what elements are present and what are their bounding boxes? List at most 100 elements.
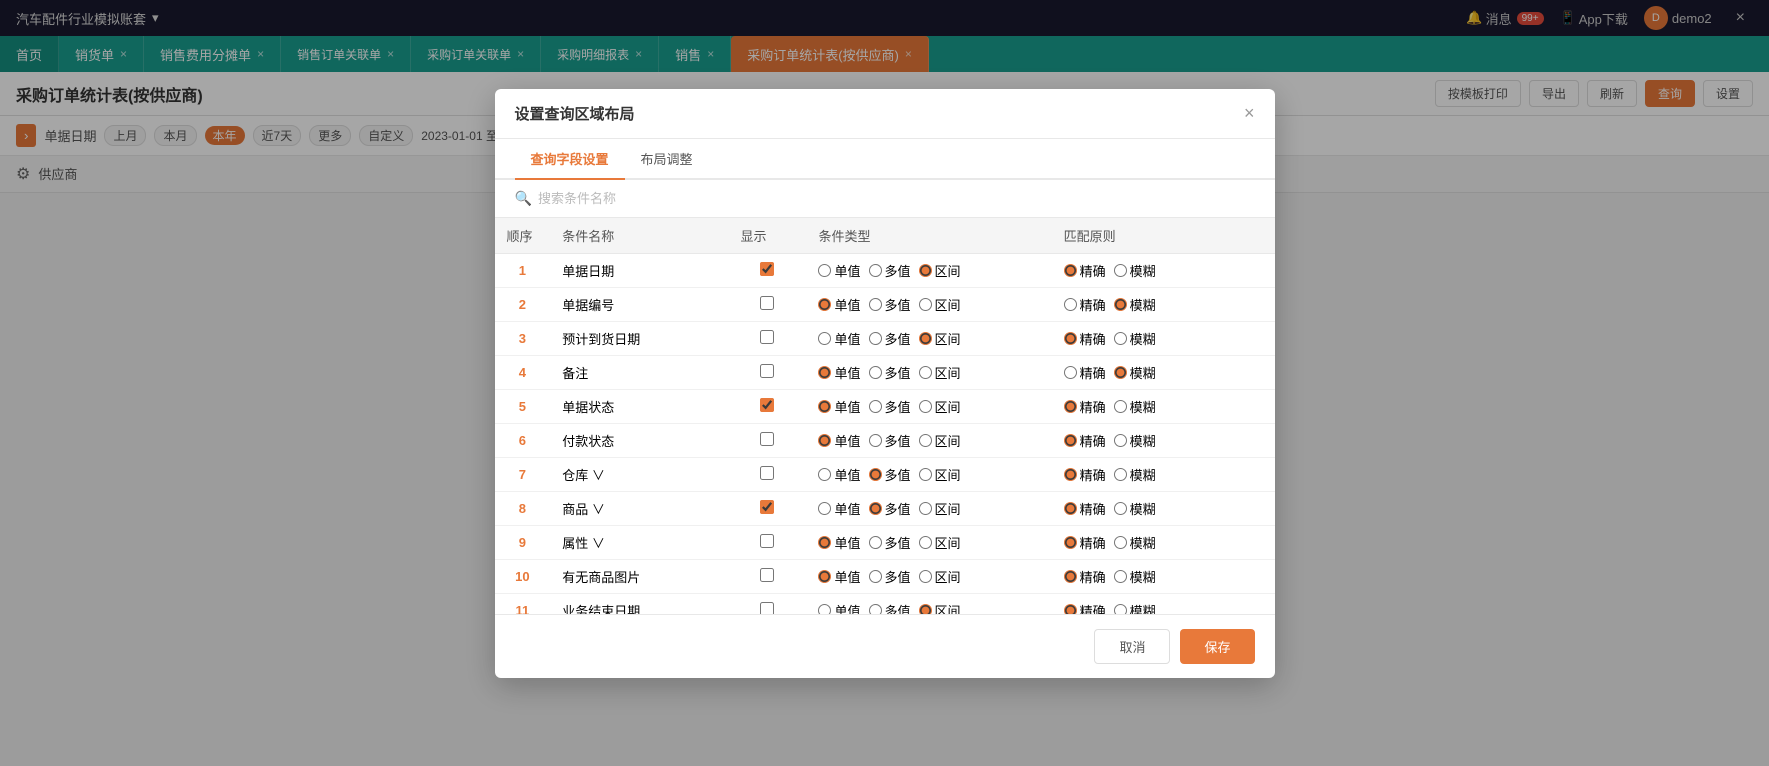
type-option-多值-4[interactable]: 多值 [869,397,911,416]
type-option-单值-5[interactable]: 单值 [818,431,860,450]
match-option-模糊-2[interactable]: 模糊 [1114,329,1156,348]
search-input[interactable] [538,191,738,206]
search-icon: 🔍 [515,190,532,207]
row-show-3[interactable] [728,355,806,389]
type-option-区间-1[interactable]: 区间 [919,295,961,314]
show-checkbox-5[interactable] [760,432,774,446]
match-option-精确-2[interactable]: 精确 [1064,329,1106,348]
type-option-多值-5[interactable]: 多值 [869,431,911,450]
type-option-多值-7[interactable]: 多值 [869,499,911,518]
row-show-8[interactable] [728,525,806,559]
show-checkbox-3[interactable] [760,364,774,378]
type-option-单值-4[interactable]: 单值 [818,397,860,416]
type-option-多值-6[interactable]: 多值 [869,465,911,484]
type-option-区间-2[interactable]: 区间 [919,329,961,348]
show-checkbox-6[interactable] [760,466,774,480]
row-name-8: 属性 ∨ [550,525,728,559]
show-checkbox-0[interactable] [760,262,774,276]
row-name-10: 业务结束日期 [550,593,728,614]
type-option-多值-9[interactable]: 多值 [869,567,911,586]
row-show-5[interactable] [728,423,806,457]
dialog-close-button[interactable]: × [1244,103,1255,124]
type-option-多值-1[interactable]: 多值 [869,295,911,314]
type-option-单值-9[interactable]: 单值 [818,567,860,586]
match-option-模糊-1[interactable]: 模糊 [1114,295,1156,314]
row-match-8: 精确模糊 [1052,525,1275,559]
show-checkbox-9[interactable] [760,568,774,582]
match-option-模糊-5[interactable]: 模糊 [1114,431,1156,450]
match-option-模糊-9[interactable]: 模糊 [1114,567,1156,586]
match-option-模糊-8[interactable]: 模糊 [1114,533,1156,552]
table-header: 顺序 条件名称 显示 条件类型 匹配原则 [495,218,1275,254]
match-option-精确-0[interactable]: 精确 [1064,261,1106,280]
row-seq-8: 9 [495,525,551,559]
row-show-0[interactable] [728,254,806,288]
row-name-2: 预计到货日期 [550,321,728,355]
show-checkbox-2[interactable] [760,330,774,344]
show-checkbox-4[interactable] [760,398,774,412]
match-option-精确-7[interactable]: 精确 [1064,499,1106,518]
type-option-多值-3[interactable]: 多值 [869,363,911,382]
row-name-7: 商品 ∨ [550,491,728,525]
type-option-区间-6[interactable]: 区间 [919,465,961,484]
row-type-9: 单值多值区间 [806,559,1051,593]
type-option-单值-6[interactable]: 单值 [818,465,860,484]
match-option-模糊-7[interactable]: 模糊 [1114,499,1156,518]
type-option-单值-10[interactable]: 单值 [818,601,860,614]
type-option-区间-5[interactable]: 区间 [919,431,961,450]
match-option-模糊-0[interactable]: 模糊 [1114,261,1156,280]
row-match-6: 精确模糊 [1052,457,1275,491]
show-checkbox-7[interactable] [760,500,774,514]
type-option-区间-7[interactable]: 区间 [919,499,961,518]
row-show-2[interactable] [728,321,806,355]
show-checkbox-8[interactable] [760,534,774,548]
type-option-单值-0[interactable]: 单值 [818,261,860,280]
row-show-10[interactable] [728,593,806,614]
tab-query-fields[interactable]: 查询字段设置 [515,139,625,180]
table-row: 3预计到货日期单值多值区间精确模糊 [495,321,1275,355]
match-option-模糊-6[interactable]: 模糊 [1114,465,1156,484]
match-option-精确-1[interactable]: 精确 [1064,295,1106,314]
type-option-单值-3[interactable]: 单值 [818,363,860,382]
match-option-精确-5[interactable]: 精确 [1064,431,1106,450]
type-option-区间-8[interactable]: 区间 [919,533,961,552]
match-option-精确-9[interactable]: 精确 [1064,567,1106,586]
table-row: 1单据日期单值多值区间精确模糊 [495,254,1275,288]
row-match-3: 精确模糊 [1052,355,1275,389]
type-option-区间-3[interactable]: 区间 [919,363,961,382]
match-option-精确-8[interactable]: 精确 [1064,533,1106,552]
match-option-模糊-3[interactable]: 模糊 [1114,363,1156,382]
row-seq-5: 6 [495,423,551,457]
row-type-8: 单值多值区间 [806,525,1051,559]
type-option-单值-7[interactable]: 单值 [818,499,860,518]
type-option-单值-8[interactable]: 单值 [818,533,860,552]
match-option-精确-4[interactable]: 精确 [1064,397,1106,416]
type-option-区间-4[interactable]: 区间 [919,397,961,416]
type-option-区间-9[interactable]: 区间 [919,567,961,586]
match-option-精确-3[interactable]: 精确 [1064,363,1106,382]
match-option-精确-10[interactable]: 精确 [1064,601,1106,614]
save-button[interactable]: 保存 [1180,629,1254,664]
row-show-6[interactable] [728,457,806,491]
match-option-模糊-4[interactable]: 模糊 [1114,397,1156,416]
row-show-1[interactable] [728,287,806,321]
row-show-4[interactable] [728,389,806,423]
row-show-9[interactable] [728,559,806,593]
type-option-多值-8[interactable]: 多值 [869,533,911,552]
show-checkbox-1[interactable] [760,296,774,310]
type-option-单值-2[interactable]: 单值 [818,329,860,348]
dialog-body[interactable]: 1单据日期单值多值区间精确模糊2单据编号单值多值区间精确模糊3预计到货日期单值多… [495,254,1275,614]
type-option-区间-10[interactable]: 区间 [919,601,961,614]
type-option-多值-10[interactable]: 多值 [869,601,911,614]
type-option-多值-0[interactable]: 多值 [869,261,911,280]
type-option-多值-2[interactable]: 多值 [869,329,911,348]
table-row: 7仓库 ∨单值多值区间精确模糊 [495,457,1275,491]
match-option-模糊-10[interactable]: 模糊 [1114,601,1156,614]
type-option-区间-0[interactable]: 区间 [919,261,961,280]
cancel-button[interactable]: 取消 [1094,629,1170,664]
match-option-精确-6[interactable]: 精确 [1064,465,1106,484]
row-show-7[interactable] [728,491,806,525]
tab-layout[interactable]: 布局调整 [625,139,709,180]
type-option-单值-1[interactable]: 单值 [818,295,860,314]
show-checkbox-10[interactable] [760,602,774,614]
